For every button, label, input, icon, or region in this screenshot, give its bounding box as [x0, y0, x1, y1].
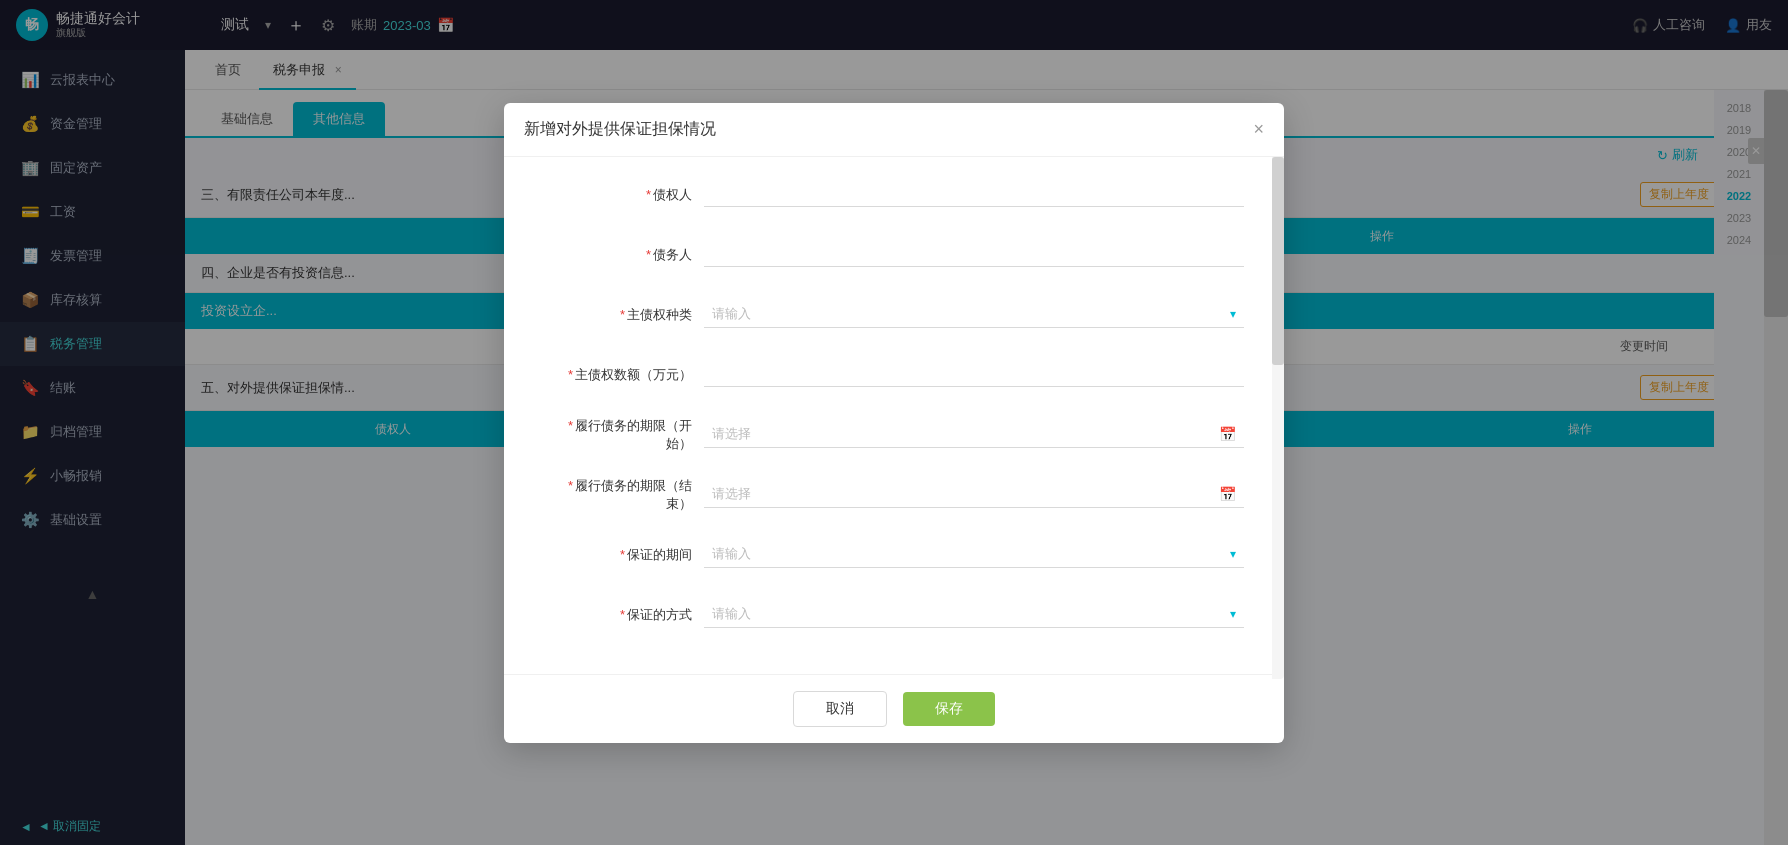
period-start-placeholder: 请选择 — [712, 425, 1219, 443]
period-start-calendar-icon: 📅 — [1219, 426, 1236, 442]
claim-type-required: * — [620, 307, 625, 322]
creditor-required: * — [646, 187, 651, 202]
debtor-required: * — [646, 247, 651, 262]
claim-amount-input[interactable] — [704, 363, 1244, 387]
form-row-debtor: *债务人 — [544, 237, 1244, 273]
cancel-button[interactable]: 取消 — [793, 691, 887, 727]
guarantee-method-placeholder: 请输入 — [712, 605, 1230, 623]
period-start-required: * — [568, 418, 573, 433]
claim-type-placeholder: 请输入 — [712, 305, 1230, 323]
claim-amount-label: *主债权数额（万元） — [544, 366, 704, 384]
claim-amount-required: * — [568, 367, 573, 382]
dialog-scrollbar[interactable] — [1272, 157, 1284, 679]
dialog-header: 新增对外提供保证担保情况 × — [504, 103, 1284, 157]
save-button[interactable]: 保存 — [903, 692, 995, 726]
form-row-creditor: *债权人 — [544, 177, 1244, 213]
period-start-date[interactable]: 请选择 📅 — [704, 421, 1244, 448]
period-start-label: *履行债务的期限（开始） — [544, 417, 704, 453]
period-end-calendar-icon: 📅 — [1219, 486, 1236, 502]
guarantee-method-select[interactable]: 请输入 ▾ — [704, 601, 1244, 628]
debtor-label: *债务人 — [544, 246, 704, 264]
dialog-scrollbar-thumb — [1272, 157, 1284, 366]
guarantee-period-label: *保证的期间 — [544, 546, 704, 564]
form-row-claim-type: *主债权种类 请输入 ▾ — [544, 297, 1244, 333]
dialog-body: *债权人 *债务人 *主债权种类 请输入 ▾ — [504, 157, 1284, 674]
dialog-footer: 取消 保存 — [504, 674, 1284, 743]
guarantee-period-required: * — [620, 547, 625, 562]
period-end-label: *履行债务的期限（结束） — [544, 477, 704, 513]
guarantee-method-arrow-icon: ▾ — [1230, 607, 1236, 621]
guarantee-period-select[interactable]: 请输入 ▾ — [704, 541, 1244, 568]
period-end-date[interactable]: 请选择 📅 — [704, 481, 1244, 508]
form-row-guarantee-period: *保证的期间 请输入 ▾ — [544, 537, 1244, 573]
form-row-period-end: *履行债务的期限（结束） 请选择 📅 — [544, 477, 1244, 513]
guarantee-period-arrow-icon: ▾ — [1230, 547, 1236, 561]
dialog: 新增对外提供保证担保情况 × *债权人 *债务人 *主债权种类 — [504, 103, 1284, 743]
dialog-overlay: 新增对外提供保证担保情况 × *债权人 *债务人 *主债权种类 — [0, 0, 1788, 845]
guarantee-method-required: * — [620, 607, 625, 622]
form-row-period-start: *履行债务的期限（开始） 请选择 📅 — [544, 417, 1244, 453]
form-row-claim-amount: *主债权数额（万元） — [544, 357, 1244, 393]
creditor-label: *债权人 — [544, 186, 704, 204]
debtor-input[interactable] — [704, 243, 1244, 267]
form-row-guarantee-method: *保证的方式 请输入 ▾ — [544, 597, 1244, 633]
guarantee-period-placeholder: 请输入 — [712, 545, 1230, 563]
claim-type-arrow-icon: ▾ — [1230, 307, 1236, 321]
claim-type-select[interactable]: 请输入 ▾ — [704, 301, 1244, 328]
dialog-close-button[interactable]: × — [1253, 120, 1264, 138]
creditor-input[interactable] — [704, 183, 1244, 207]
period-end-required: * — [568, 478, 573, 493]
dialog-title: 新增对外提供保证担保情况 — [524, 119, 716, 140]
guarantee-method-label: *保证的方式 — [544, 606, 704, 624]
period-end-placeholder: 请选择 — [712, 485, 1219, 503]
claim-type-label: *主债权种类 — [544, 306, 704, 324]
